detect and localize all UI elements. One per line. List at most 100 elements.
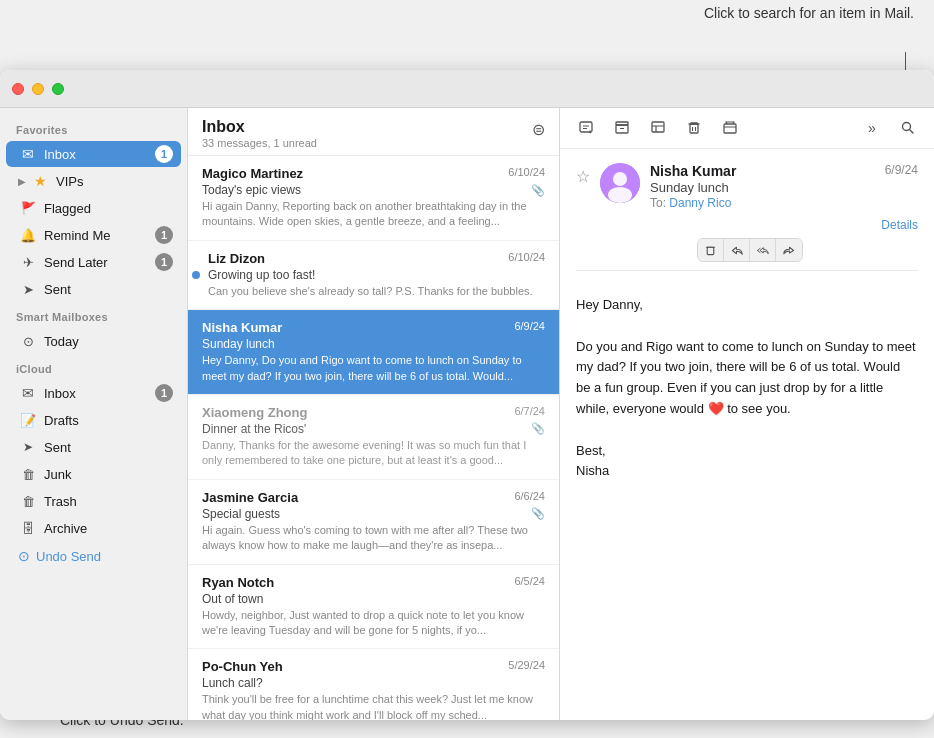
- inline-trash-button[interactable]: [698, 239, 724, 261]
- icloud-inbox-icon: ✉: [18, 383, 38, 403]
- attachment-icon: 📎: [531, 184, 545, 197]
- move-icon: [650, 120, 666, 136]
- body-text: Hey Danny,: [576, 295, 918, 316]
- star-button[interactable]: ☆: [576, 167, 590, 186]
- detail-to: To: Danny Rico: [650, 196, 918, 210]
- reply-all-button[interactable]: [750, 239, 776, 261]
- junk-button[interactable]: [716, 114, 744, 142]
- svg-rect-6: [652, 122, 664, 132]
- list-item[interactable]: Liz Dizon 6/10/24 Growing up too fast! C…: [188, 241, 559, 310]
- compose-button[interactable]: [572, 114, 600, 142]
- filter-icon[interactable]: ⊜: [532, 120, 545, 139]
- minimize-button[interactable]: [32, 83, 44, 95]
- send-later-badge: 1: [155, 253, 173, 271]
- sidebar-item-send-later[interactable]: ✈ Send Later 1: [6, 249, 181, 275]
- favorites-label: Favorites: [0, 116, 187, 140]
- svg-rect-10: [724, 124, 736, 133]
- msg-preview: Howdy, neighbor, Just wanted to drop a q…: [202, 608, 545, 639]
- msg-sender: Magico Martinez: [202, 166, 500, 181]
- msg-subject: Growing up too fast!: [208, 268, 545, 282]
- maximize-button[interactable]: [52, 83, 64, 95]
- msg-date: 6/5/24: [514, 575, 545, 587]
- trash-toolbar-button[interactable]: [680, 114, 708, 142]
- move-button[interactable]: [644, 114, 672, 142]
- trash-toolbar-icon: [686, 120, 702, 136]
- sent-fav-icon: ➤: [18, 279, 38, 299]
- list-item[interactable]: Nisha Kumar 6/9/24 Sunday lunch Hey Dann…: [188, 310, 559, 395]
- detail-body: Hey Danny, Do you and Rigo want to come …: [560, 279, 934, 720]
- sidebar-item-today[interactable]: ⊙ Today: [6, 328, 181, 354]
- details-link[interactable]: Details: [881, 218, 918, 232]
- search-tooltip: Click to search for an item in Mail.: [704, 0, 914, 24]
- sidebar-item-remind-me[interactable]: 🔔 Remind Me 1: [6, 222, 181, 248]
- msg-header: Po-Chun Yeh 5/29/24: [202, 659, 545, 674]
- vips-expand-icon: ▶: [18, 176, 26, 187]
- inline-trash-icon: [704, 244, 717, 257]
- message-list-header: Inbox 33 messages, 1 unread ⊜: [188, 108, 559, 156]
- reply-button[interactable]: [724, 239, 750, 261]
- search-icon: [900, 120, 916, 136]
- list-item[interactable]: Xiaomeng Zhong 6/7/24 Dinner at the Rico…: [188, 395, 559, 480]
- svg-point-15: [608, 187, 632, 203]
- sidebar-item-junk[interactable]: 🗑 Junk: [6, 461, 181, 487]
- msg-header: Jasmine Garcia 6/6/24: [202, 490, 545, 505]
- main-content: Favorites ✉ Inbox 1 ▶ ★ VIPs 🚩 Flagged 🔔: [0, 108, 934, 720]
- sidebar-sent-icloud-label: Sent: [44, 440, 173, 455]
- msg-header: Liz Dizon 6/10/24: [208, 251, 545, 266]
- sender-row: ☆ Nisha Kumar 6/9/24 Sunday lu: [576, 163, 918, 210]
- list-item[interactable]: Jasmine Garcia 6/6/24 Special guests 📎 H…: [188, 480, 559, 565]
- sidebar-today-label: Today: [44, 334, 173, 349]
- sender-info: Nisha Kumar 6/9/24 Sunday lunch To: Dann…: [650, 163, 918, 210]
- sidebar-item-inbox-fav[interactable]: ✉ Inbox 1: [6, 141, 181, 167]
- search-button[interactable]: [894, 114, 922, 142]
- svg-point-14: [613, 172, 627, 186]
- detail-subject: Sunday lunch: [650, 180, 918, 195]
- sidebar-drafts-label: Drafts: [44, 413, 173, 428]
- archive-toolbar-icon: [614, 120, 630, 136]
- sidebar-item-inbox-icloud[interactable]: ✉ Inbox 1: [6, 380, 181, 406]
- detail-toolbar: »: [560, 108, 934, 149]
- msg-date: 6/10/24: [508, 251, 545, 263]
- msg-date: 6/7/24: [514, 405, 545, 417]
- list-item[interactable]: Magico Martinez 6/10/24 Today's epic vie…: [188, 156, 559, 241]
- list-item[interactable]: Po-Chun Yeh 5/29/24 Lunch call? Think yo…: [188, 649, 559, 720]
- svg-rect-4: [616, 122, 628, 125]
- avatar: [600, 163, 640, 203]
- msg-subject: Sunday lunch: [202, 337, 545, 351]
- msg-date: 6/6/24: [514, 490, 545, 502]
- sidebar-icloud-inbox-label: Inbox: [44, 386, 155, 401]
- msg-header: Magico Martinez 6/10/24: [202, 166, 545, 181]
- sidebar-item-trash[interactable]: 🗑 Trash: [6, 488, 181, 514]
- bell-icon: 🔔: [18, 225, 38, 245]
- icloud-label: iCloud: [0, 355, 187, 379]
- msg-sender: Liz Dizon: [208, 251, 500, 266]
- junk-icon: [722, 120, 738, 136]
- more-button[interactable]: »: [858, 114, 886, 142]
- separator: [576, 270, 918, 271]
- message-list-subtitle: 33 messages, 1 unread: [202, 137, 317, 149]
- message-action-buttons: [697, 238, 803, 262]
- undo-send-button[interactable]: ⊙ Undo Send: [6, 542, 181, 570]
- msg-sender: Ryan Notch: [202, 575, 506, 590]
- chevron-right-icon: »: [868, 120, 876, 136]
- to-recipient[interactable]: Danny Rico: [669, 196, 731, 210]
- sidebar-item-archive[interactable]: 🗄 Archive: [6, 515, 181, 541]
- sidebar-item-sent-icloud[interactable]: ➤ Sent: [6, 434, 181, 460]
- forward-icon: [783, 244, 796, 257]
- attachment-icon: 📎: [531, 422, 545, 435]
- sidebar-item-sent-fav[interactable]: ➤ Sent: [6, 276, 181, 302]
- svg-rect-16: [707, 247, 714, 254]
- star-icon: ★: [30, 171, 50, 191]
- sidebar-item-vips[interactable]: ▶ ★ VIPs: [6, 168, 181, 194]
- message-list-title: Inbox: [202, 118, 317, 136]
- forward-button[interactable]: [776, 239, 802, 261]
- sidebar-item-drafts[interactable]: 📝 Drafts: [6, 407, 181, 433]
- msg-sender: Jasmine Garcia: [202, 490, 506, 505]
- close-button[interactable]: [12, 83, 24, 95]
- svg-rect-7: [690, 124, 698, 133]
- list-item[interactable]: Ryan Notch 6/5/24 Out of town Howdy, nei…: [188, 565, 559, 650]
- sidebar-item-flagged[interactable]: 🚩 Flagged: [6, 195, 181, 221]
- msg-subject: Out of town: [202, 592, 545, 606]
- archive-button[interactable]: [608, 114, 636, 142]
- to-label: To:: [650, 196, 669, 210]
